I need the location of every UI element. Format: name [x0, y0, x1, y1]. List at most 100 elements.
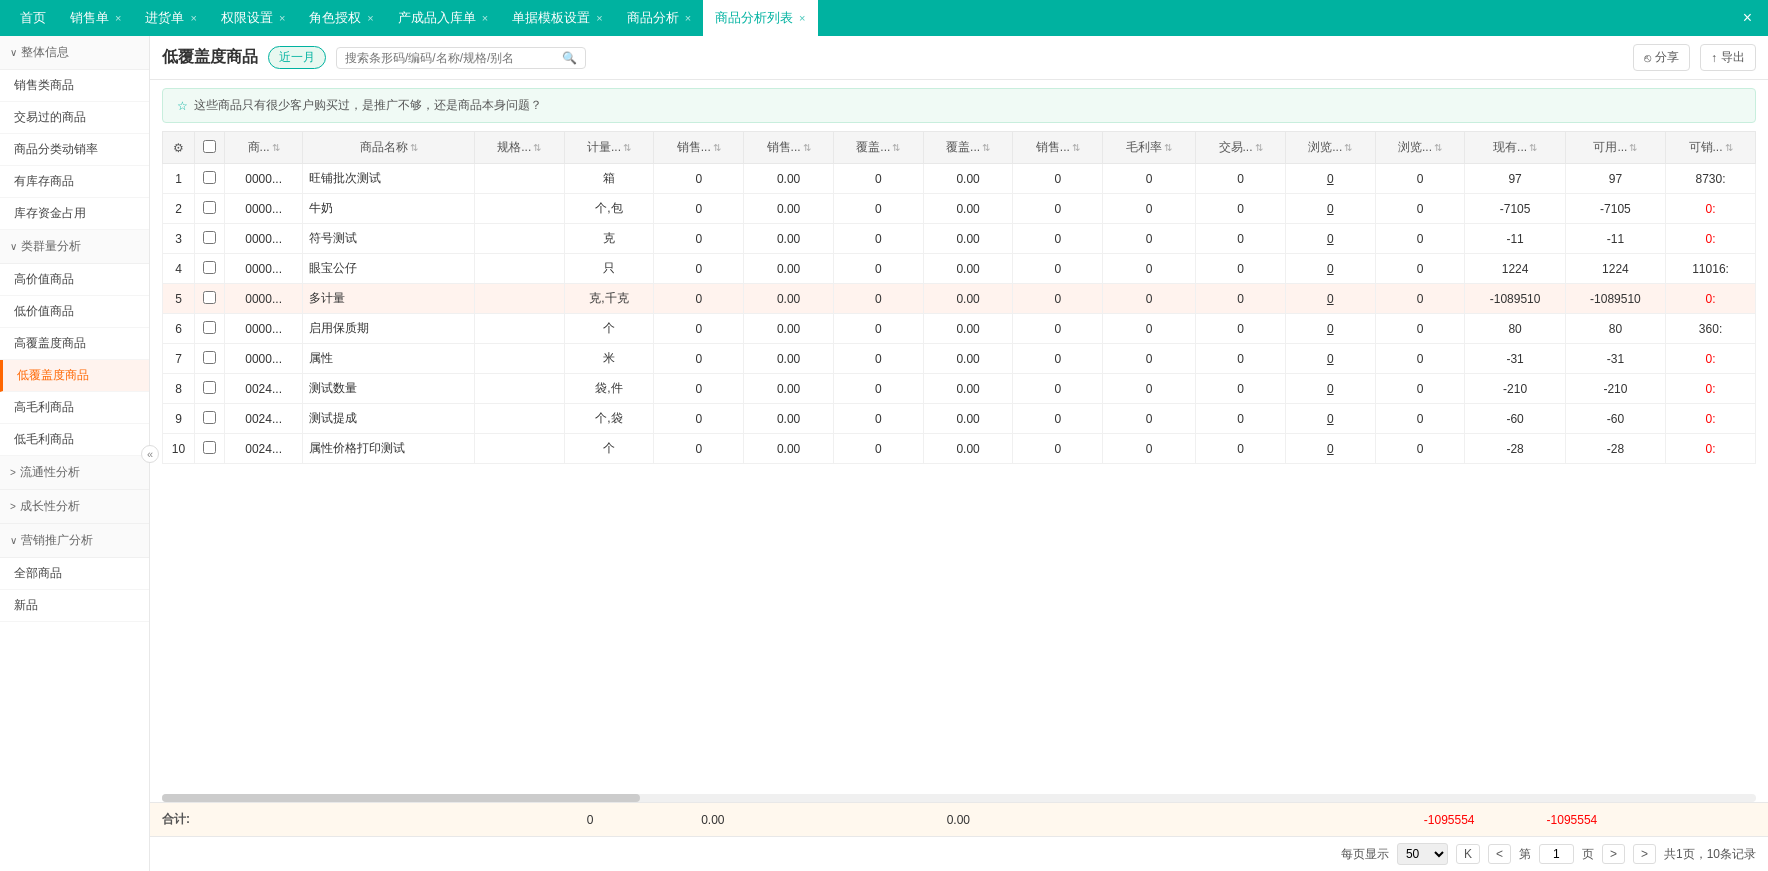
close-icon[interactable]: ×	[115, 12, 121, 24]
col-browse2[interactable]: 浏览...⇅	[1375, 132, 1465, 164]
row-checkbox-cell[interactable]	[195, 314, 225, 344]
row-checkbox-cell[interactable]	[195, 284, 225, 314]
col-sellable[interactable]: 可销...⇅	[1666, 132, 1756, 164]
col-name[interactable]: 商品名称⇅	[303, 132, 475, 164]
row-browse1[interactable]: 0	[1285, 284, 1375, 314]
page-number-input[interactable]	[1539, 844, 1574, 864]
sidebar-section-overall[interactable]: ∨ 整体信息	[0, 36, 149, 70]
sidebar-item-low-profit[interactable]: 低毛利商品	[0, 424, 149, 456]
sidebar-section-marketing[interactable]: ∨ 营销推广分析	[0, 524, 149, 558]
row-checkbox-cell[interactable]	[195, 254, 225, 284]
export-button[interactable]: ↑ 导出	[1700, 44, 1756, 71]
row-browse1[interactable]: 0	[1285, 374, 1375, 404]
col-code[interactable]: 商...⇅	[225, 132, 303, 164]
nav-item-template[interactable]: 单据模板设置 ×	[500, 0, 614, 36]
per-page-select[interactable]: 50 100 200	[1397, 843, 1448, 865]
close-icon[interactable]: ×	[279, 12, 285, 24]
nav-item-stock[interactable]: 产成品入库单 ×	[386, 0, 500, 36]
row-checkbox[interactable]	[203, 231, 216, 244]
sidebar-item-stock-capital[interactable]: 库存资金占用	[0, 198, 149, 230]
row-checkbox[interactable]	[203, 411, 216, 424]
row-sales3: 0	[1013, 164, 1103, 194]
col-cover2[interactable]: 覆盖...⇅	[923, 132, 1013, 164]
filter-recent-month-button[interactable]: 近一月	[268, 46, 326, 69]
sidebar-item-traded-goods[interactable]: 交易过的商品	[0, 102, 149, 134]
next-page-button[interactable]: >	[1602, 844, 1625, 864]
share-button[interactable]: ⎋ 分享	[1633, 44, 1690, 71]
col-cover1[interactable]: 覆盖...⇅	[833, 132, 923, 164]
row-checkbox[interactable]	[203, 321, 216, 334]
col-stock2[interactable]: 可用...⇅	[1565, 132, 1665, 164]
col-spec[interactable]: 规格...⇅	[474, 132, 564, 164]
select-all-checkbox[interactable]	[203, 140, 216, 153]
row-checkbox[interactable]	[203, 441, 216, 454]
row-browse1[interactable]: 0	[1285, 434, 1375, 464]
last-page-button[interactable]: >	[1633, 844, 1656, 864]
scrollbar-thumb[interactable]	[162, 794, 640, 802]
col-unit[interactable]: 计量...⇅	[564, 132, 654, 164]
row-browse1[interactable]: 0	[1285, 404, 1375, 434]
search-input[interactable]	[345, 51, 562, 65]
row-checkbox-cell[interactable]	[195, 434, 225, 464]
nav-item-analysis[interactable]: 商品分析 ×	[615, 0, 703, 36]
nav-item-permissions[interactable]: 权限设置 ×	[209, 0, 297, 36]
sidebar-section-growth[interactable]: > 成长性分析	[0, 490, 149, 524]
col-sales2[interactable]: 销售...⇅	[744, 132, 834, 164]
sidebar-item-high-profit[interactable]: 高毛利商品	[0, 392, 149, 424]
sidebar-item-low-value[interactable]: 低价值商品	[0, 296, 149, 328]
first-page-button[interactable]: K	[1456, 844, 1480, 864]
row-checkbox-cell[interactable]	[195, 164, 225, 194]
nav-item-sales[interactable]: 销售单 ×	[58, 0, 133, 36]
row-checkbox[interactable]	[203, 201, 216, 214]
search-icon[interactable]: 🔍	[562, 51, 577, 65]
sidebar-item-all-goods[interactable]: 全部商品	[0, 558, 149, 590]
col-trade[interactable]: 交易...⇅	[1196, 132, 1286, 164]
close-icon[interactable]: ×	[685, 12, 691, 24]
sidebar-item-sales-goods[interactable]: 销售类商品	[0, 70, 149, 102]
nav-item-roles[interactable]: 角色授权 ×	[297, 0, 385, 36]
sidebar-section-category-analysis[interactable]: ∨ 类群量分析	[0, 230, 149, 264]
close-icon[interactable]: ×	[190, 12, 196, 24]
col-checkbox[interactable]	[195, 132, 225, 164]
row-checkbox-cell[interactable]	[195, 344, 225, 374]
row-checkbox[interactable]	[203, 381, 216, 394]
row-checkbox[interactable]	[203, 351, 216, 364]
row-browse1[interactable]: 0	[1285, 314, 1375, 344]
row-checkbox-cell[interactable]	[195, 194, 225, 224]
sidebar-section-circulation[interactable]: > 流通性分析	[0, 456, 149, 490]
nav-item-purchase[interactable]: 进货单 ×	[133, 0, 208, 36]
col-sales1[interactable]: 销售...⇅	[654, 132, 744, 164]
sidebar-item-low-coverage[interactable]: 低覆盖度商品	[0, 360, 149, 392]
row-browse1[interactable]: 0	[1285, 224, 1375, 254]
window-close-button[interactable]: ×	[1735, 9, 1760, 27]
nav-item-home[interactable]: 首页	[8, 0, 58, 36]
sidebar-item-stocked-goods[interactable]: 有库存商品	[0, 166, 149, 198]
row-checkbox[interactable]	[203, 261, 216, 274]
col-profit[interactable]: 毛利率⇅	[1103, 132, 1196, 164]
row-checkbox[interactable]	[203, 171, 216, 184]
sidebar-item-new-goods[interactable]: 新品	[0, 590, 149, 622]
row-browse1[interactable]: 0	[1285, 164, 1375, 194]
close-icon[interactable]: ×	[367, 12, 373, 24]
row-checkbox-cell[interactable]	[195, 374, 225, 404]
nav-item-analysis-list[interactable]: 商品分析列表 ×	[703, 0, 817, 36]
col-settings[interactable]: ⚙	[163, 132, 195, 164]
sidebar-collapse-button[interactable]: «	[141, 445, 159, 463]
prev-page-button[interactable]: <	[1488, 844, 1511, 864]
row-checkbox-cell[interactable]	[195, 404, 225, 434]
close-icon[interactable]: ×	[596, 12, 602, 24]
sidebar-item-high-value[interactable]: 高价值商品	[0, 264, 149, 296]
horizontal-scrollbar[interactable]	[162, 794, 1756, 802]
sidebar-item-high-coverage[interactable]: 高覆盖度商品	[0, 328, 149, 360]
close-icon[interactable]: ×	[482, 12, 488, 24]
col-sales3[interactable]: 销售...⇅	[1013, 132, 1103, 164]
col-browse1[interactable]: 浏览...⇅	[1285, 132, 1375, 164]
row-browse1[interactable]: 0	[1285, 194, 1375, 224]
row-checkbox-cell[interactable]	[195, 224, 225, 254]
col-stock1[interactable]: 现有...⇅	[1465, 132, 1565, 164]
sidebar-item-category-rate[interactable]: 商品分类动销率	[0, 134, 149, 166]
row-checkbox[interactable]	[203, 291, 216, 304]
row-browse1[interactable]: 0	[1285, 344, 1375, 374]
row-browse1[interactable]: 0	[1285, 254, 1375, 284]
close-icon[interactable]: ×	[799, 12, 805, 24]
